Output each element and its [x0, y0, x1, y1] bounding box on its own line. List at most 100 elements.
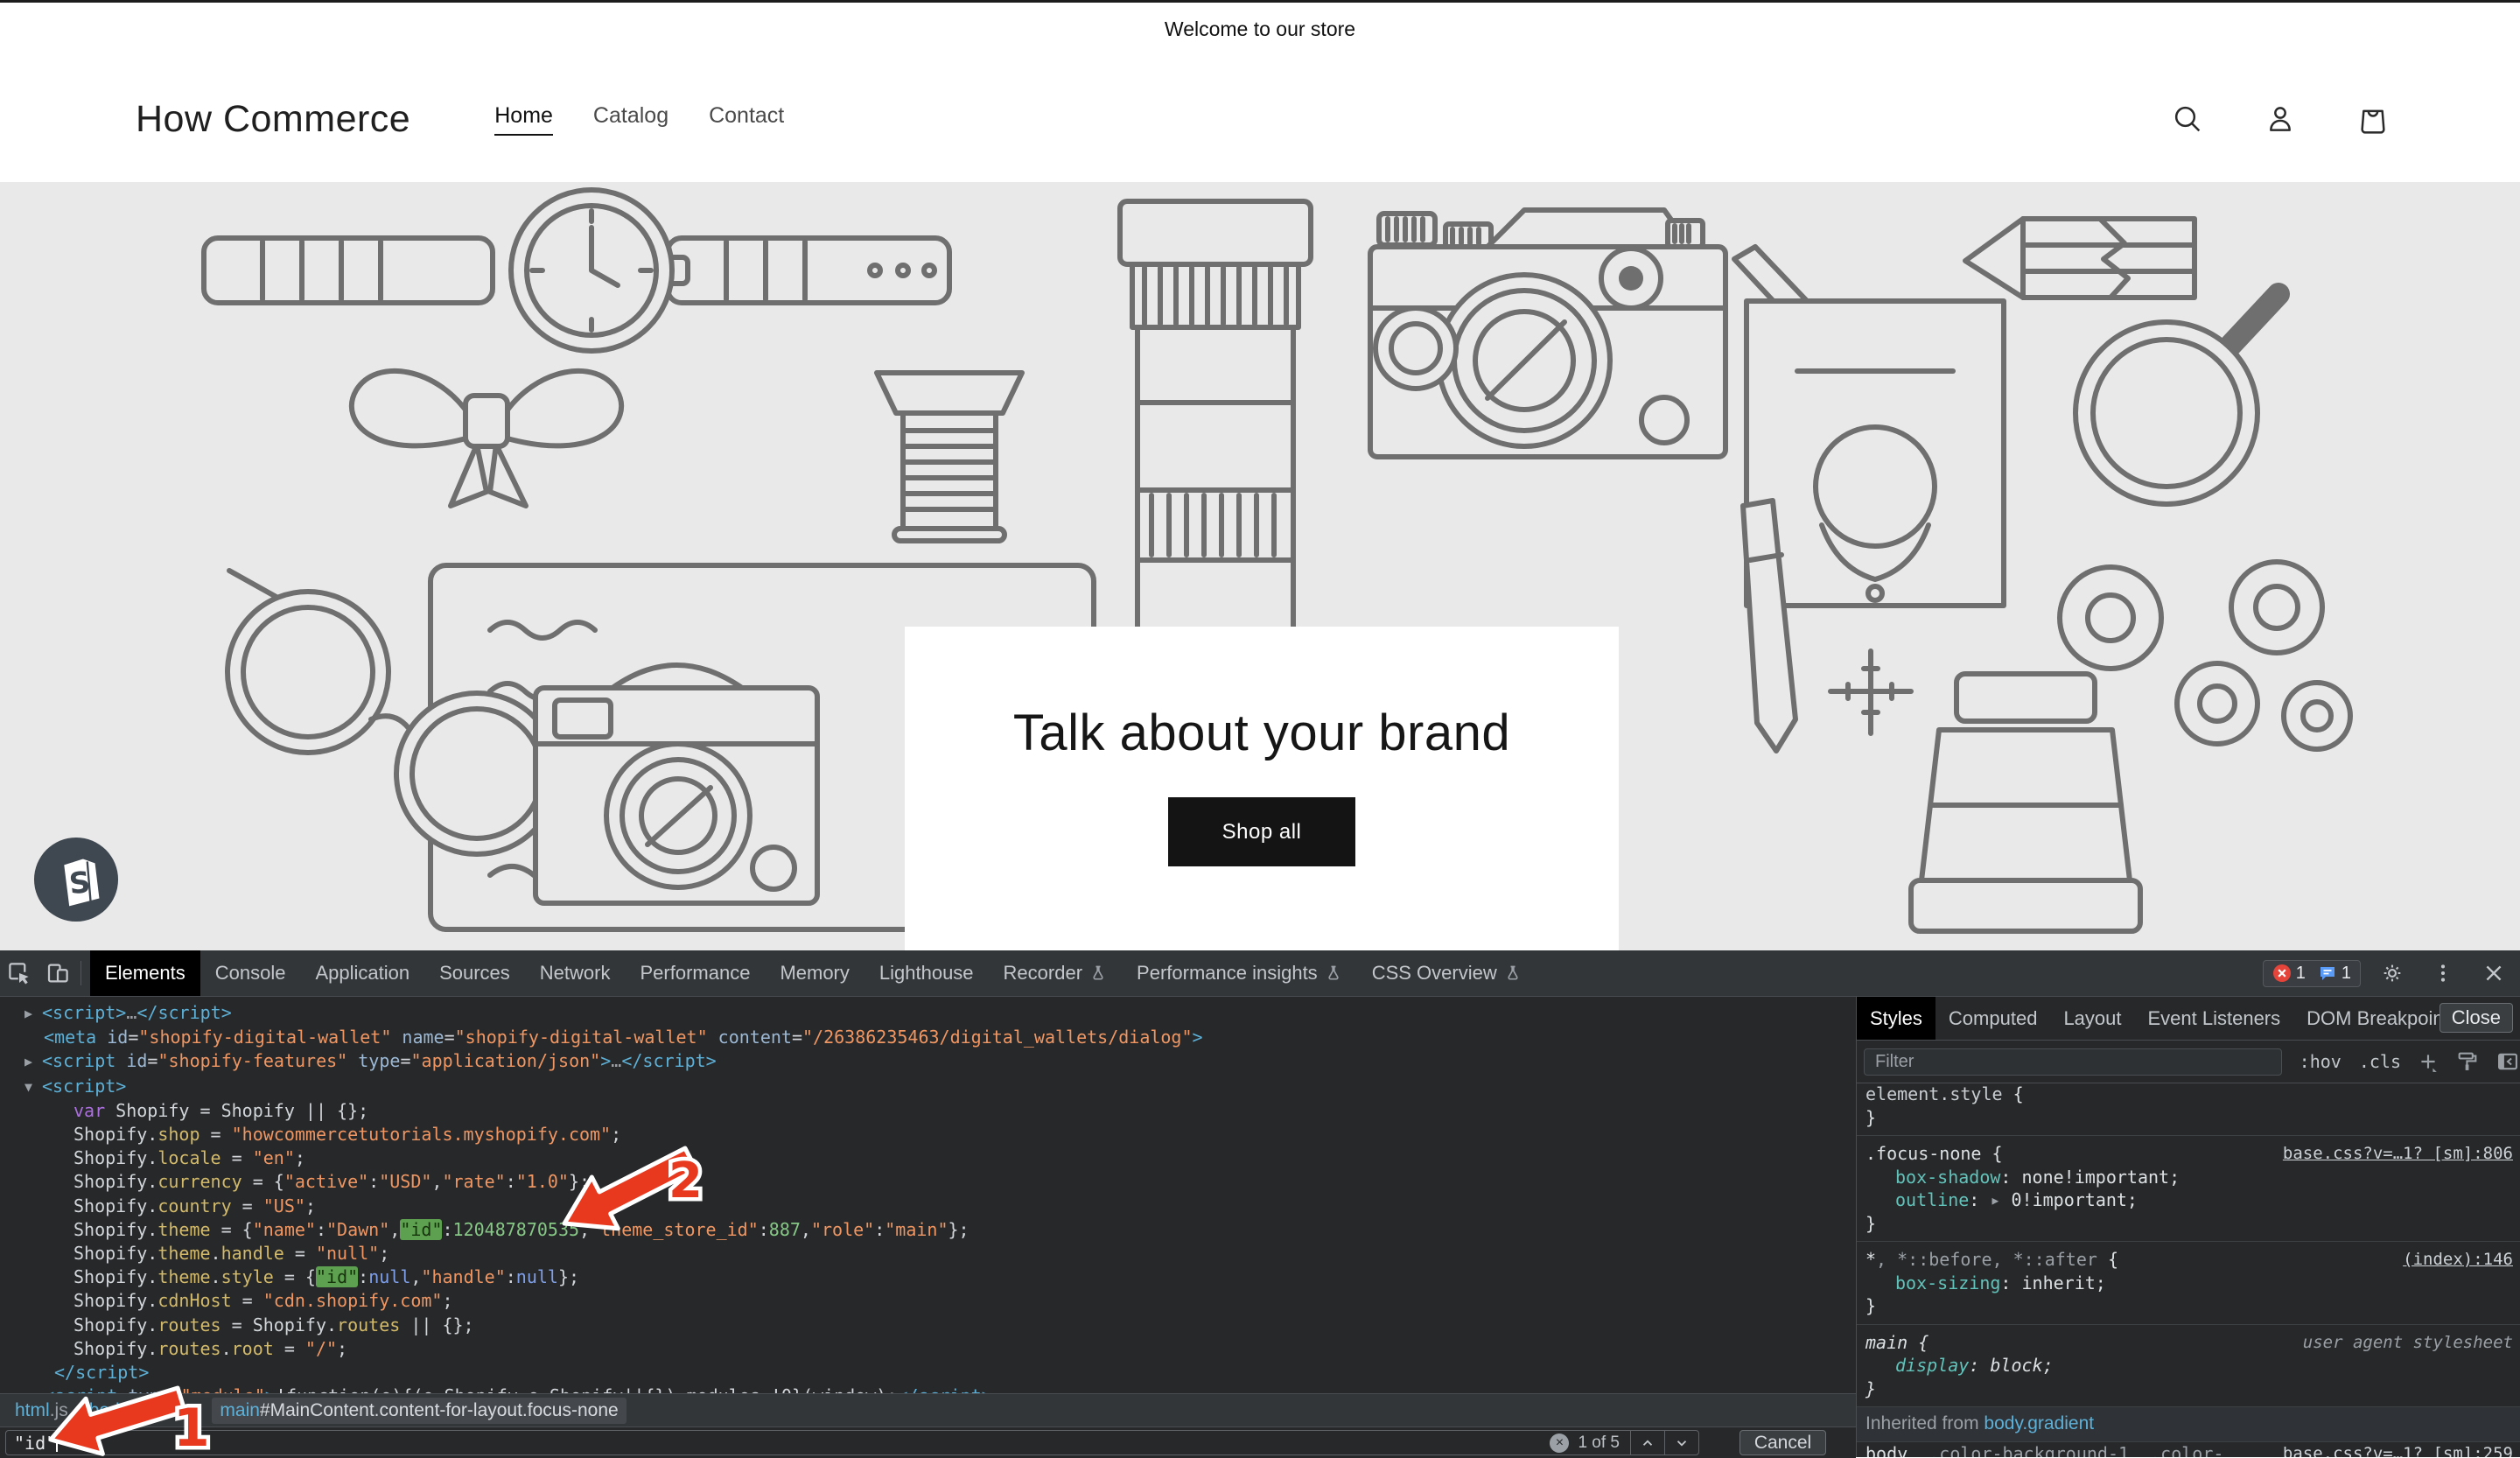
magnifier-sketch: [2073, 283, 2290, 507]
device-toolbar-icon[interactable]: [38, 956, 77, 991]
next-match-button[interactable]: [1664, 1431, 1698, 1454]
dom-tree-line[interactable]: Shopify.theme = {"name":"Dawn","id":1204…: [0, 1218, 1856, 1242]
toggle-hover-state-button[interactable]: :hov: [2300, 1051, 2342, 1072]
style-rule-line[interactable]: }: [1857, 1377, 2520, 1401]
style-rule-line[interactable]: base.css?v=…1? [sm]:259 body, .color-back…: [1857, 1442, 2520, 1458]
search-controls: × 1 of 5: [1550, 1431, 1698, 1454]
hero-heading: Talk about your brand: [1012, 704, 1511, 761]
stylesheet-source-link[interactable]: user agent stylesheet: [2303, 1331, 2513, 1355]
nav-catalog[interactable]: Catalog: [593, 103, 668, 136]
stylesheet-source-link[interactable]: base.css?v=…1? [sm]:806: [2283, 1142, 2513, 1166]
search-icon[interactable]: [2170, 102, 2205, 137]
stylesheet-source-link[interactable]: (index):146: [2403, 1248, 2513, 1272]
error-count-badge[interactable]: 1: [2272, 964, 2306, 984]
main-nav: Home Catalog Contact: [494, 103, 784, 136]
shop-all-button[interactable]: Shop all: [1168, 797, 1355, 866]
clear-search-icon[interactable]: ×: [1550, 1433, 1570, 1453]
dom-tree-line[interactable]: var Shopify = Shopify || {};: [0, 1099, 1856, 1123]
cancel-button[interactable]: Cancel: [1740, 1430, 1826, 1455]
style-rule-line[interactable]: box-sizing: inherit;: [1857, 1272, 2520, 1295]
error-icon: [2272, 964, 2291, 982]
stylesheet-source-link[interactable]: base.css?v=…1? [sm]:259: [2283, 1442, 2513, 1458]
tab-memory[interactable]: Memory: [765, 950, 864, 996]
cart-icon[interactable]: [2356, 102, 2390, 137]
store-logo[interactable]: How Commerce: [136, 98, 410, 141]
dom-tree-line[interactable]: Shopify.shop = "howcommercetutorials.mys…: [0, 1123, 1856, 1146]
styles-sidebar: Styles Computed Layout Event Listeners D…: [1856, 997, 2520, 1457]
dom-tree-line[interactable]: Shopify.country = "US";: [0, 1195, 1856, 1218]
tab-css-overview[interactable]: CSS Overview: [1357, 950, 1536, 996]
dom-tree-line[interactable]: Shopify.cdnHost = "cdn.shopify.com";: [0, 1289, 1856, 1313]
issues-badges[interactable]: 1 1: [2262, 959, 2361, 987]
style-rule-line[interactable]: box-shadow: none!important;: [1857, 1166, 2520, 1189]
collapse-panel-icon[interactable]: [2496, 1049, 2520, 1074]
close-sidebar-button[interactable]: Close: [2439, 1003, 2513, 1033]
search-bar: "id" × 1 of 5 Cancel: [0, 1426, 1856, 1458]
tab-performance-insights[interactable]: Performance insights: [1122, 950, 1357, 996]
dom-tree-line[interactable]: </script>: [0, 1361, 1856, 1384]
styles-filter-input[interactable]: Filter: [1864, 1048, 2282, 1076]
inspect-element-icon[interactable]: [0, 956, 38, 991]
header-icons: [2170, 102, 2390, 137]
search-input[interactable]: "id" × 1 of 5: [5, 1430, 1699, 1455]
tab-computed[interactable]: Computed: [1936, 997, 2051, 1040]
dom-tree-line[interactable]: ▶ <script>…</script>: [0, 1001, 1856, 1026]
style-rule-line[interactable]: user agent stylesheet main {: [1857, 1323, 2520, 1355]
new-style-rule-icon[interactable]: [2417, 1050, 2440, 1073]
dom-tree-line[interactable]: <meta id="shopify-digital-wallet" name="…: [0, 1026, 1856, 1049]
style-rule-line[interactable]: base.css?v=…1? [sm]:806 .focus-none {: [1857, 1135, 2520, 1166]
dom-tree-line[interactable]: Shopify.theme.handle = "null";: [0, 1242, 1856, 1265]
vintage-camera-sketch: [533, 662, 820, 906]
dom-tree-line[interactable]: Shopify.theme.style = {"id":null,"handle…: [0, 1265, 1856, 1289]
style-rule-line[interactable]: }: [1857, 1294, 2520, 1318]
style-rule-line[interactable]: }: [1857, 1212, 2520, 1236]
svg-text:S: S: [67, 865, 92, 901]
element-state-paint-icon[interactable]: [2455, 1049, 2480, 1074]
styles-filter-row: Filter :hov .cls: [1857, 1041, 2520, 1083]
toggle-classes-button[interactable]: .cls: [2359, 1051, 2401, 1072]
dom-tree-line[interactable]: Shopify.routes = Shopify.routes || {};: [0, 1314, 1856, 1337]
style-rule-line[interactable]: }: [1857, 1106, 2520, 1130]
hero-card: Talk about your brand Shop all: [905, 627, 1619, 950]
dom-tree-line[interactable]: Shopify.currency = {"active":"USD","rate…: [0, 1170, 1856, 1194]
tab-console[interactable]: Console: [200, 950, 301, 996]
tab-recorder[interactable]: Recorder: [989, 950, 1122, 996]
experiment-flask-icon: [1508, 965, 1518, 980]
style-rule-line[interactable]: outline: ▸ 0!important;: [1857, 1188, 2520, 1212]
previous-match-button[interactable]: [1630, 1431, 1664, 1454]
tab-application[interactable]: Application: [300, 950, 424, 996]
breadcrumb-body[interactable]: body.gradient: [81, 1398, 207, 1424]
nav-contact[interactable]: Contact: [709, 103, 784, 136]
tab-event-listeners[interactable]: Event Listeners: [2135, 997, 2294, 1040]
style-rule-line[interactable]: display: block;: [1857, 1354, 2520, 1377]
toolbar-right-controls: 1 1: [2262, 956, 2513, 991]
tab-lighthouse[interactable]: Lighthouse: [864, 950, 989, 996]
dom-tree-line[interactable]: Shopify.locale = "en";: [0, 1146, 1856, 1170]
close-devtools-icon[interactable]: [2474, 956, 2513, 991]
search-query: "id": [14, 1432, 57, 1454]
breadcrumb: html.js body.gradient main#MainContent.c…: [0, 1393, 1856, 1427]
style-rule-line[interactable]: Inherited from body.gradient: [1857, 1406, 2520, 1442]
tab-elements[interactable]: Elements: [90, 950, 200, 996]
shopify-badge[interactable]: S: [33, 837, 119, 922]
tab-sources[interactable]: Sources: [424, 950, 525, 996]
dom-tree: ▶ <script>…</script> <meta id="shopify-dig…: [0, 997, 1856, 1398]
tab-network[interactable]: Network: [525, 950, 626, 996]
nav-home[interactable]: Home: [494, 103, 553, 136]
breadcrumb-main[interactable]: main#MainContent.content-for-layout.focu…: [212, 1398, 626, 1424]
style-rule-line[interactable]: element.style {: [1857, 1083, 2520, 1106]
dom-tree-line[interactable]: Shopify.routes.root = "/";: [0, 1337, 1856, 1361]
hero-banner: Talk about your brand Shop all: [0, 182, 2520, 950]
settings-gear-icon[interactable]: [2373, 956, 2412, 991]
style-rule-line[interactable]: (index):146 *, *::before, *::after {: [1857, 1241, 2520, 1272]
tab-styles[interactable]: Styles: [1857, 997, 1936, 1040]
small-lens-sketch: [874, 370, 1025, 543]
dom-tree-line[interactable]: ▶ <script id="shopify-features" type="app…: [0, 1049, 1856, 1074]
tab-layout[interactable]: Layout: [2050, 997, 2134, 1040]
breadcrumb-html[interactable]: html.js: [7, 1398, 76, 1424]
issue-count-badge[interactable]: 1: [2318, 964, 2351, 984]
account-icon[interactable]: [2263, 102, 2298, 137]
tab-performance[interactable]: Performance: [625, 950, 765, 996]
kebab-menu-icon[interactable]: [2424, 956, 2462, 991]
dom-tree-line[interactable]: ▼ <script>: [0, 1075, 1856, 1099]
